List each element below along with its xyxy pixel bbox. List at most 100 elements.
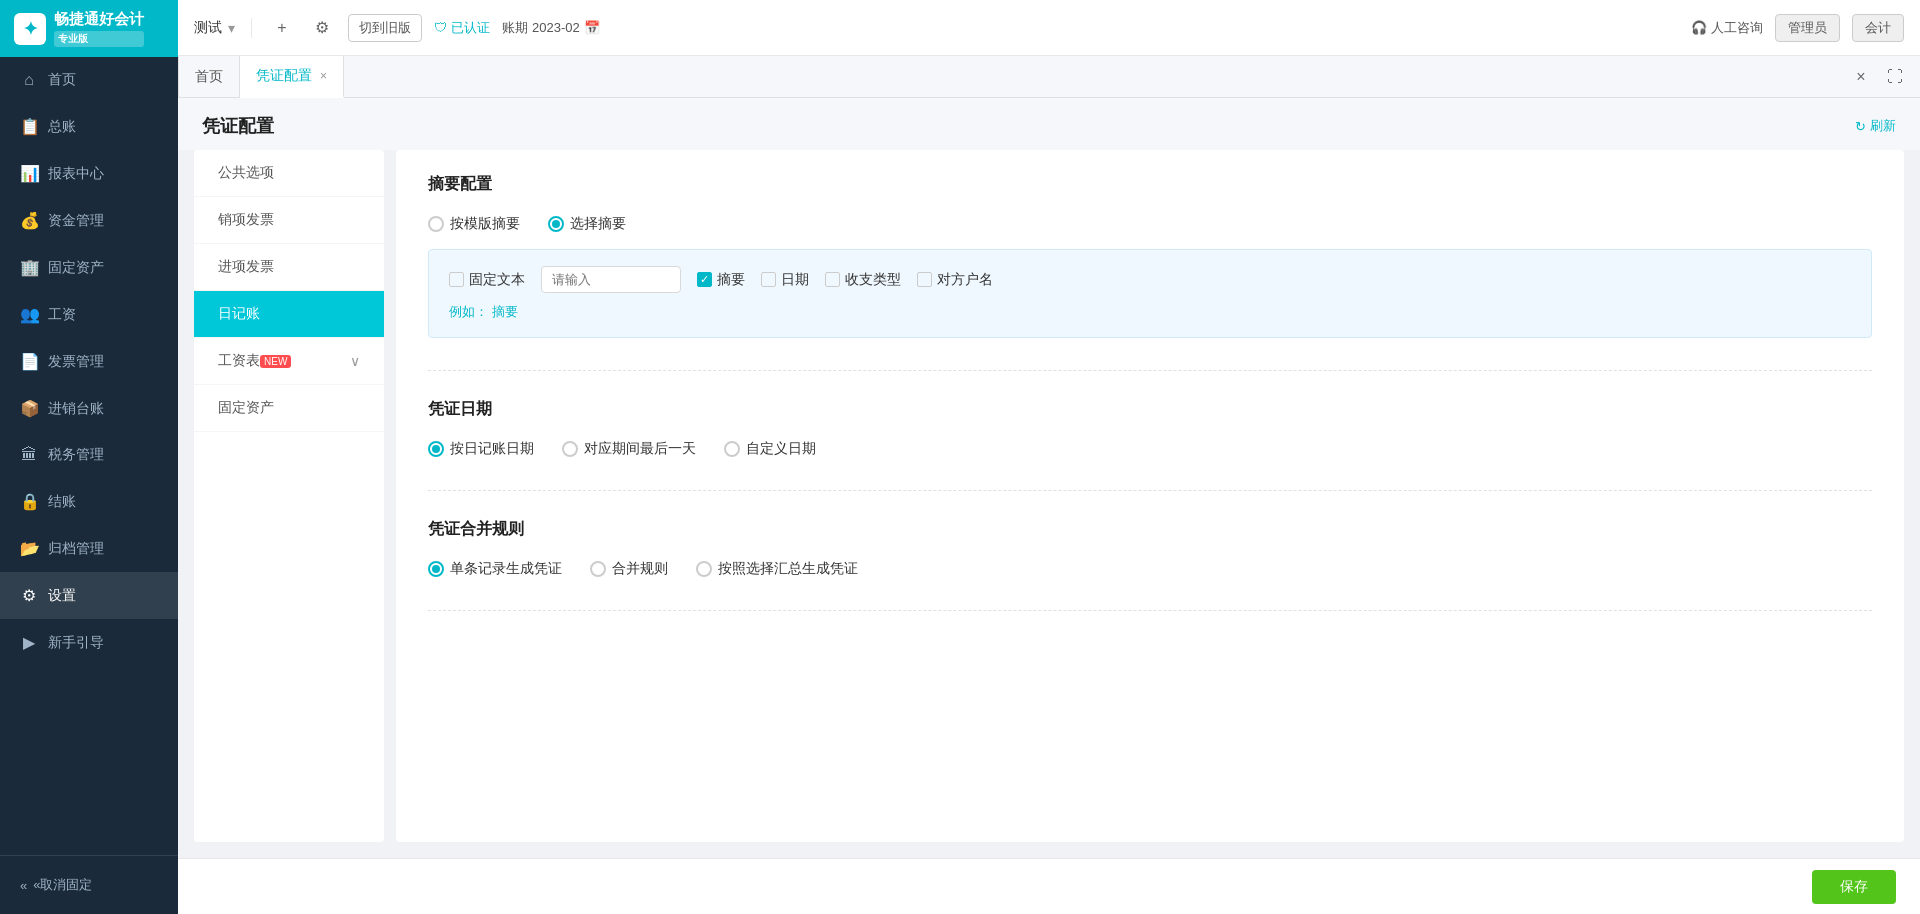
old-version-button[interactable]: 切到旧版 [348,14,422,42]
date-checkbox[interactable]: 日期 [761,271,809,289]
sidebar-logo: ✦ 畅捷通好会计 专业版 [0,0,178,57]
invoices-icon: 📄 [20,352,38,371]
date-radio-journal[interactable]: 按日记账日期 [428,440,534,458]
sidebar-nav: ⌂ 首页 📋 总账 📊 报表中心 💰 资金管理 🏢 固定资产 👥 工资 [0,57,178,855]
role-button[interactable]: 会计 [1852,14,1904,42]
summary-checkbox[interactable]: ✓ 摘要 [697,271,745,289]
config-nav-public[interactable]: 公共选项 [194,150,384,197]
save-button[interactable]: 保存 [1812,870,1896,904]
topbar-right: 🎧 人工咨询 管理员 会计 [1691,14,1904,42]
sidebar-item-settings[interactable]: ⚙ 设置 [0,572,178,619]
date-checkbox-label: 日期 [781,271,809,289]
fixed-text-checkbox-box [449,272,464,287]
sidebar-item-label: 固定资产 [48,259,104,277]
merge-radio-merge[interactable]: 合并规则 [590,560,668,578]
sidebar-item-close[interactable]: 🔒 结账 [0,478,178,525]
company-chevron-icon: ▾ [228,20,235,36]
admin-button[interactable]: 管理员 [1775,14,1840,42]
content-area: 凭证配置 ↻ 刷新 公共选项 销项发票 [178,98,1920,914]
logo-icon: ✦ [14,13,46,45]
cashflow-checkbox-label: 收支类型 [845,271,901,289]
sidebar-item-invoices[interactable]: 📄 发票管理 [0,338,178,385]
config-nav-sales[interactable]: 销项发票 [194,197,384,244]
sidebar-item-wages[interactable]: 👥 工资 [0,291,178,338]
summary-config-box: 固定文本 ✓ 摘要 日期 [428,249,1872,338]
settings-button[interactable]: ⚙ [308,14,336,42]
date-section: 凭证日期 按日记账日期 对应期间最后一天 [428,399,1872,458]
config-content: 摘要配置 按模版摘要 选择摘要 [396,150,1904,842]
page-footer: 保存 [178,858,1920,914]
summary-radio-select-label: 选择摘要 [570,215,626,233]
example-value: 摘要 [492,304,518,319]
summary-radio-select[interactable]: 选择摘要 [548,215,626,233]
period-value: 2023-02 [532,20,580,35]
sidebar-item-assets[interactable]: 🏢 固定资产 [0,244,178,291]
config-nav-salary[interactable]: 工资表 NEW ∨ [194,338,384,385]
sidebar-item-purchase[interactable]: 📦 进销台账 [0,385,178,432]
company-selector[interactable]: 测试 ▾ [194,19,235,37]
sidebar-item-guide[interactable]: ▶ 新手引导 [0,619,178,666]
counterpart-checkbox[interactable]: 对方户名 [917,271,993,289]
date-radio-custom[interactable]: 自定义日期 [724,440,816,458]
sidebar-item-label: 总账 [48,118,76,136]
fixed-text-checkbox[interactable]: 固定文本 [449,271,525,289]
service-button[interactable]: 🎧 人工咨询 [1691,19,1763,37]
date-radio-period-last[interactable]: 对应期间最后一天 [562,440,696,458]
home-icon: ⌂ [20,71,38,89]
merge-radio-summary[interactable]: 按照选择汇总生成凭证 [696,560,858,578]
config-nav-public-label: 公共选项 [218,164,274,182]
tab-home[interactable]: 首页 [178,56,240,98]
config-nav-purchase-inv[interactable]: 进项发票 [194,244,384,291]
merge-section-title: 凭证合并规则 [428,519,1872,540]
config-nav-fixed-assets-label: 固定资产 [218,399,274,417]
fixed-text-label: 固定文本 [469,271,525,289]
sidebar-item-archive[interactable]: 📂 归档管理 [0,525,178,572]
sidebar-item-label: 新手引导 [48,634,104,652]
sidebar-item-reports[interactable]: 📊 报表中心 [0,150,178,197]
date-radio-journal-circle [428,441,444,457]
tab-close-icon[interactable]: × [320,69,327,83]
new-badge: NEW [260,355,291,368]
service-label: 人工咨询 [1711,19,1763,37]
sidebar-item-home[interactable]: ⌂ 首页 [0,57,178,103]
close-tab-button[interactable]: × [1848,64,1874,90]
merge-section: 凭证合并规则 单条记录生成凭证 合并规则 [428,519,1872,578]
archive-icon: 📂 [20,539,38,558]
calendar-icon[interactable]: 📅 [584,20,600,35]
merge-radio-single-circle [428,561,444,577]
tab-voucher-config[interactable]: 凭证配置 × [240,56,344,98]
period-label: 账期 [502,19,528,37]
summary-radio-select-circle [548,216,564,232]
sidebar-item-funds[interactable]: 💰 资金管理 [0,197,178,244]
config-nav-sales-label: 销项发票 [218,211,274,229]
date-radio-group: 按日记账日期 对应期间最后一天 自定义日期 [428,440,1872,458]
add-button[interactable]: + [268,14,296,42]
divider-3 [428,610,1872,611]
cashflow-checkbox-box [825,272,840,287]
cancel-fixed-icon: « [20,878,27,893]
refresh-button[interactable]: ↻ 刷新 [1855,117,1896,135]
date-section-title: 凭证日期 [428,399,1872,420]
summary-radio-group: 按模版摘要 选择摘要 [428,215,1872,233]
merge-radio-merge-label: 合并规则 [612,560,668,578]
cancel-fixed-button[interactable]: « «取消固定 [0,866,178,904]
config-nav-fixed-assets[interactable]: 固定资产 [194,385,384,432]
sidebar-item-label: 税务管理 [48,446,104,464]
tax-icon: 🏛 [20,446,38,464]
summary-radio-template[interactable]: 按模版摘要 [428,215,520,233]
sidebar-item-ledger[interactable]: 📋 总账 [0,103,178,150]
config-nav-journal[interactable]: 日记账 [194,291,384,338]
merge-radio-single[interactable]: 单条记录生成凭证 [428,560,562,578]
reports-icon: 📊 [20,164,38,183]
config-layout: 公共选项 销项发票 进项发票 日记账 工资表 NEW [178,150,1920,858]
date-radio-period-last-circle [562,441,578,457]
sidebar-item-tax[interactable]: 🏛 税务管理 [0,432,178,478]
expand-tab-button[interactable]: ⛶ [1882,64,1908,90]
config-nav: 公共选项 销项发票 进项发票 日记账 工资表 NEW [194,150,384,842]
summary-checkbox-label: 摘要 [717,271,745,289]
fixed-text-input[interactable] [541,266,681,293]
config-nav-salary-label: 工资表 [218,352,260,370]
tab-home-label: 首页 [195,68,223,86]
cashflow-checkbox[interactable]: 收支类型 [825,271,901,289]
divider-2 [428,490,1872,491]
